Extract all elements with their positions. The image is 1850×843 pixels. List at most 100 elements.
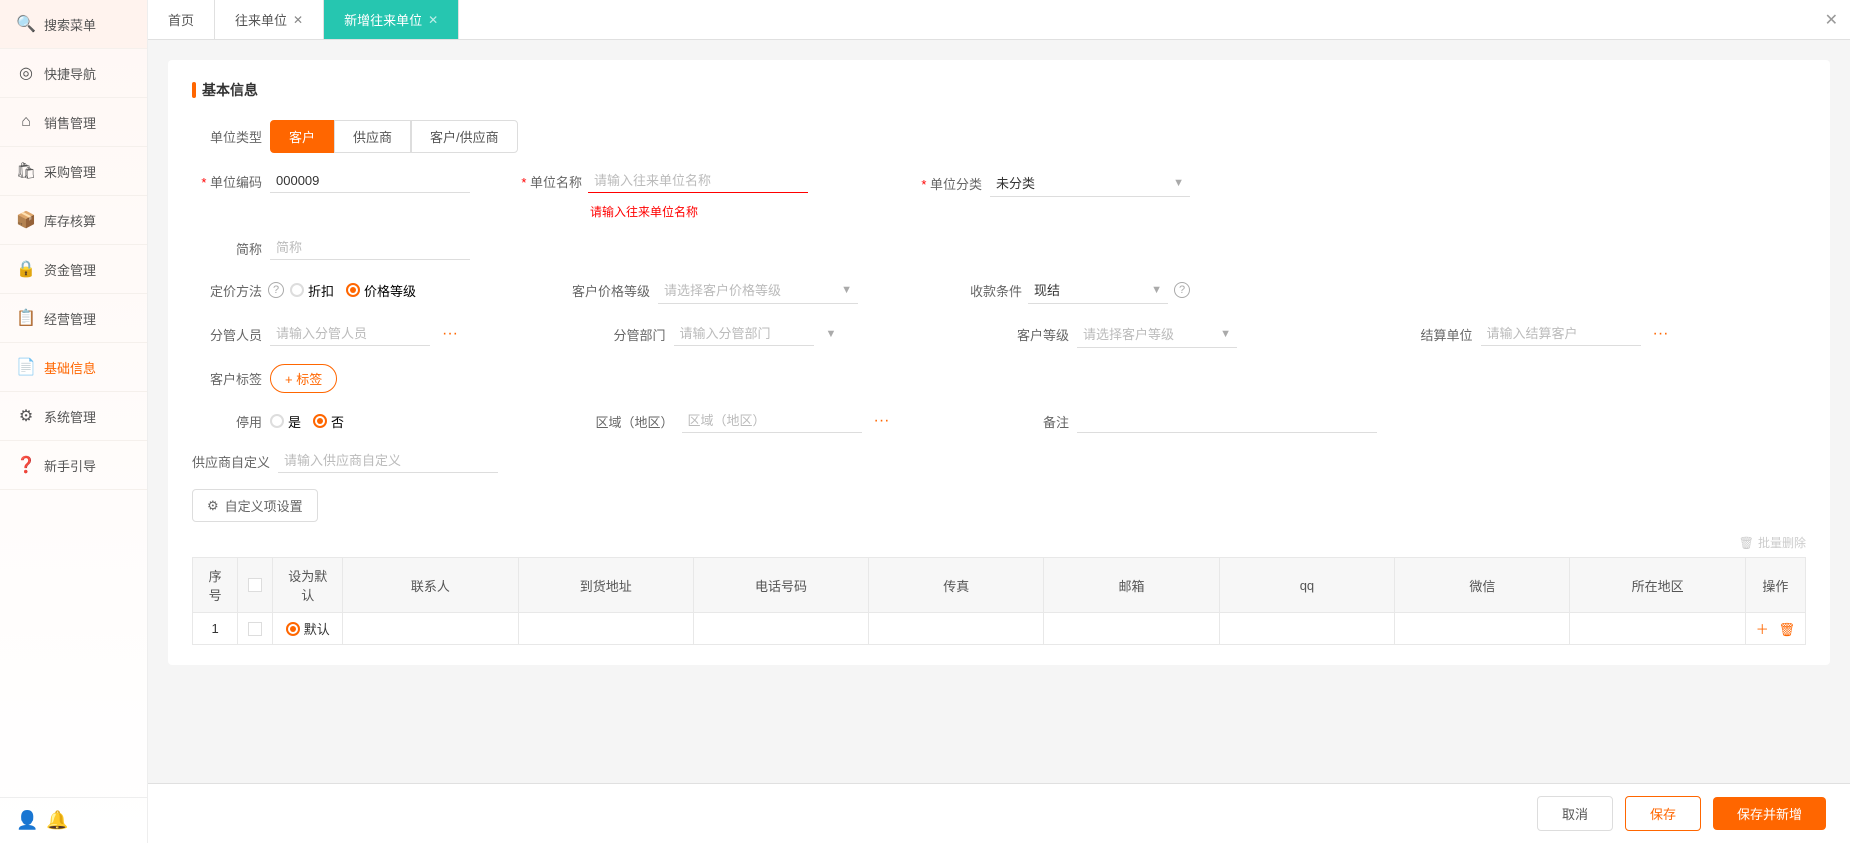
- col-checkbox: [238, 558, 273, 613]
- header-checkbox[interactable]: [248, 578, 262, 592]
- sidebar-item-sales[interactable]: ⌂ 销售管理: [0, 98, 147, 147]
- row-wechat[interactable]: [1395, 613, 1570, 645]
- abbreviation-field: 简称: [192, 236, 512, 260]
- custom-settings-button[interactable]: ⚙ 自定义项设置: [192, 489, 318, 522]
- manager-dots-btn[interactable]: ···: [438, 325, 462, 343]
- row-region-input[interactable]: [1580, 621, 1734, 636]
- row-fax[interactable]: [869, 613, 1044, 645]
- customer-level-placeholder: 请选择客户等级: [1083, 324, 1174, 343]
- col-address: 到货地址: [518, 558, 693, 613]
- pricing-help-icon[interactable]: ?: [268, 282, 284, 298]
- close-all-icon[interactable]: ✕: [1825, 10, 1838, 30]
- row-email[interactable]: [1044, 613, 1219, 645]
- row-contact-input[interactable]: [353, 621, 507, 636]
- customer-level-select[interactable]: 请选择客户等级 ▼: [1077, 320, 1237, 348]
- supplier-custom-input[interactable]: [278, 449, 498, 473]
- sidebar-item-search[interactable]: 🔍 搜索菜单: [0, 0, 147, 49]
- customer-price-select[interactable]: 请选择客户价格等级 ▼: [658, 276, 858, 304]
- type-btn-supplier[interactable]: 供应商: [334, 120, 411, 153]
- row-add-icon[interactable]: ＋: [1756, 622, 1769, 637]
- pricing-radio-discount[interactable]: 折扣: [290, 281, 334, 300]
- remark-label: 备注: [999, 412, 1069, 431]
- customer-level-field: 客户等级 请选择客户等级 ▼: [999, 320, 1403, 348]
- manager-input[interactable]: [270, 322, 430, 346]
- sidebar-item-quick-nav[interactable]: ◎ 快捷导航: [0, 49, 147, 98]
- unit-category-select[interactable]: 未分类 ▼: [990, 169, 1190, 197]
- operations-icon: 📋: [16, 308, 36, 328]
- col-action: 操作: [1745, 558, 1805, 613]
- row-region[interactable]: [1570, 613, 1745, 645]
- batch-delete-label[interactable]: 批量删除: [1758, 534, 1806, 551]
- col-region: 所在地区: [1570, 558, 1745, 613]
- cancel-button[interactable]: 取消: [1537, 796, 1613, 831]
- tab-home-label: 首页: [168, 10, 194, 29]
- department-chevron: ▼: [826, 328, 837, 340]
- notification-icon[interactable]: 🔔: [46, 810, 68, 831]
- supplier-custom-row: 供应商自定义: [192, 449, 1806, 473]
- row-address[interactable]: [518, 613, 693, 645]
- settlement-input[interactable]: [1481, 322, 1641, 346]
- disable-field: 停用 是 否: [192, 412, 596, 431]
- search-icon: 🔍: [16, 14, 36, 34]
- payment-select[interactable]: 现结 ▼: [1028, 276, 1168, 304]
- disable-radio-yes[interactable]: 是: [270, 412, 301, 431]
- region-input[interactable]: [682, 409, 862, 433]
- type-btn-both[interactable]: 客户/供应商: [411, 120, 518, 153]
- tab-new-partner-close[interactable]: ✕: [428, 14, 438, 26]
- col-phone: 电话号码: [693, 558, 868, 613]
- sidebar-item-operations[interactable]: 📋 经营管理: [0, 294, 147, 343]
- row-wechat-input[interactable]: [1405, 621, 1559, 636]
- finance-icon: 🔒: [16, 259, 36, 279]
- tag-add-button[interactable]: + 标签: [270, 364, 337, 393]
- sidebar-item-purchase[interactable]: 🛍 采购管理: [0, 147, 147, 196]
- tab-partners[interactable]: 往来单位 ✕: [215, 0, 324, 39]
- type-btn-customer[interactable]: 客户: [270, 120, 334, 153]
- row-default-radio[interactable]: 默认: [283, 619, 332, 638]
- row-fax-input[interactable]: [879, 621, 1033, 636]
- save-new-button[interactable]: 保存并新增: [1713, 797, 1826, 830]
- payment-help-icon[interactable]: ?: [1174, 282, 1190, 298]
- unit-category-value: 未分类: [996, 173, 1035, 192]
- col-fax: 传真: [869, 558, 1044, 613]
- tab-partners-close[interactable]: ✕: [293, 14, 303, 26]
- unit-name-input[interactable]: [588, 169, 808, 193]
- row-checkbox[interactable]: [248, 622, 262, 636]
- department-input[interactable]: [674, 322, 814, 346]
- sidebar-item-basic-info[interactable]: 📄 基础信息: [0, 343, 147, 392]
- tab-bar: 首页 往来单位 ✕ 新增往来单位 ✕ ✕: [148, 0, 1850, 40]
- tab-home[interactable]: 首页: [148, 0, 215, 39]
- main-content: 首页 往来单位 ✕ 新增往来单位 ✕ ✕ 基本信息 单位类型 客户: [148, 0, 1850, 843]
- save-button[interactable]: 保存: [1625, 796, 1701, 831]
- sidebar-item-inventory[interactable]: 📦 库存核算: [0, 196, 147, 245]
- row-delete-icon[interactable]: 🗑: [1778, 622, 1795, 637]
- row-contact[interactable]: [343, 613, 518, 645]
- row-email-input[interactable]: [1054, 621, 1208, 636]
- tags-row: 客户标签 + 标签: [192, 364, 1806, 393]
- batch-delete-icon: 🗑: [1739, 536, 1754, 550]
- user-icon[interactable]: 👤: [16, 810, 38, 831]
- sidebar-item-guide[interactable]: ❓ 新手引导: [0, 441, 147, 490]
- disable-radio-yes-circle: [270, 414, 284, 428]
- row-address-input[interactable]: [529, 621, 683, 636]
- sidebar-item-finance[interactable]: 🔒 资金管理: [0, 245, 147, 294]
- col-qq: qq: [1219, 558, 1394, 613]
- disable-radio-no[interactable]: 否: [313, 412, 344, 431]
- manager-field: 分管人员 ···: [192, 322, 596, 346]
- abbreviation-input[interactable]: [270, 236, 470, 260]
- table-body: 1 默认: [193, 613, 1806, 645]
- unit-name-field: 单位名称 请输入往来单位名称: [512, 169, 912, 220]
- unit-code-row: 单位编码 单位名称 请输入往来单位名称 单位分类 未分类 ▼: [192, 169, 1806, 220]
- region-dots-btn[interactable]: ···: [870, 412, 894, 430]
- row-qq[interactable]: [1219, 613, 1394, 645]
- tab-new-partner[interactable]: 新增往来单位 ✕: [324, 0, 459, 39]
- pricing-radio-level[interactable]: 价格等级: [346, 281, 416, 300]
- settlement-dots-btn[interactable]: ···: [1649, 325, 1673, 343]
- sidebar-item-system[interactable]: ⚙ 系统管理: [0, 392, 147, 441]
- row-qq-input[interactable]: [1230, 621, 1384, 636]
- unit-code-input[interactable]: [270, 169, 470, 193]
- row-phone[interactable]: [693, 613, 868, 645]
- row-phone-input[interactable]: [704, 621, 858, 636]
- remark-input[interactable]: [1077, 409, 1377, 433]
- sidebar-item-finance-label: 资金管理: [44, 260, 96, 279]
- col-contact: 联系人: [343, 558, 518, 613]
